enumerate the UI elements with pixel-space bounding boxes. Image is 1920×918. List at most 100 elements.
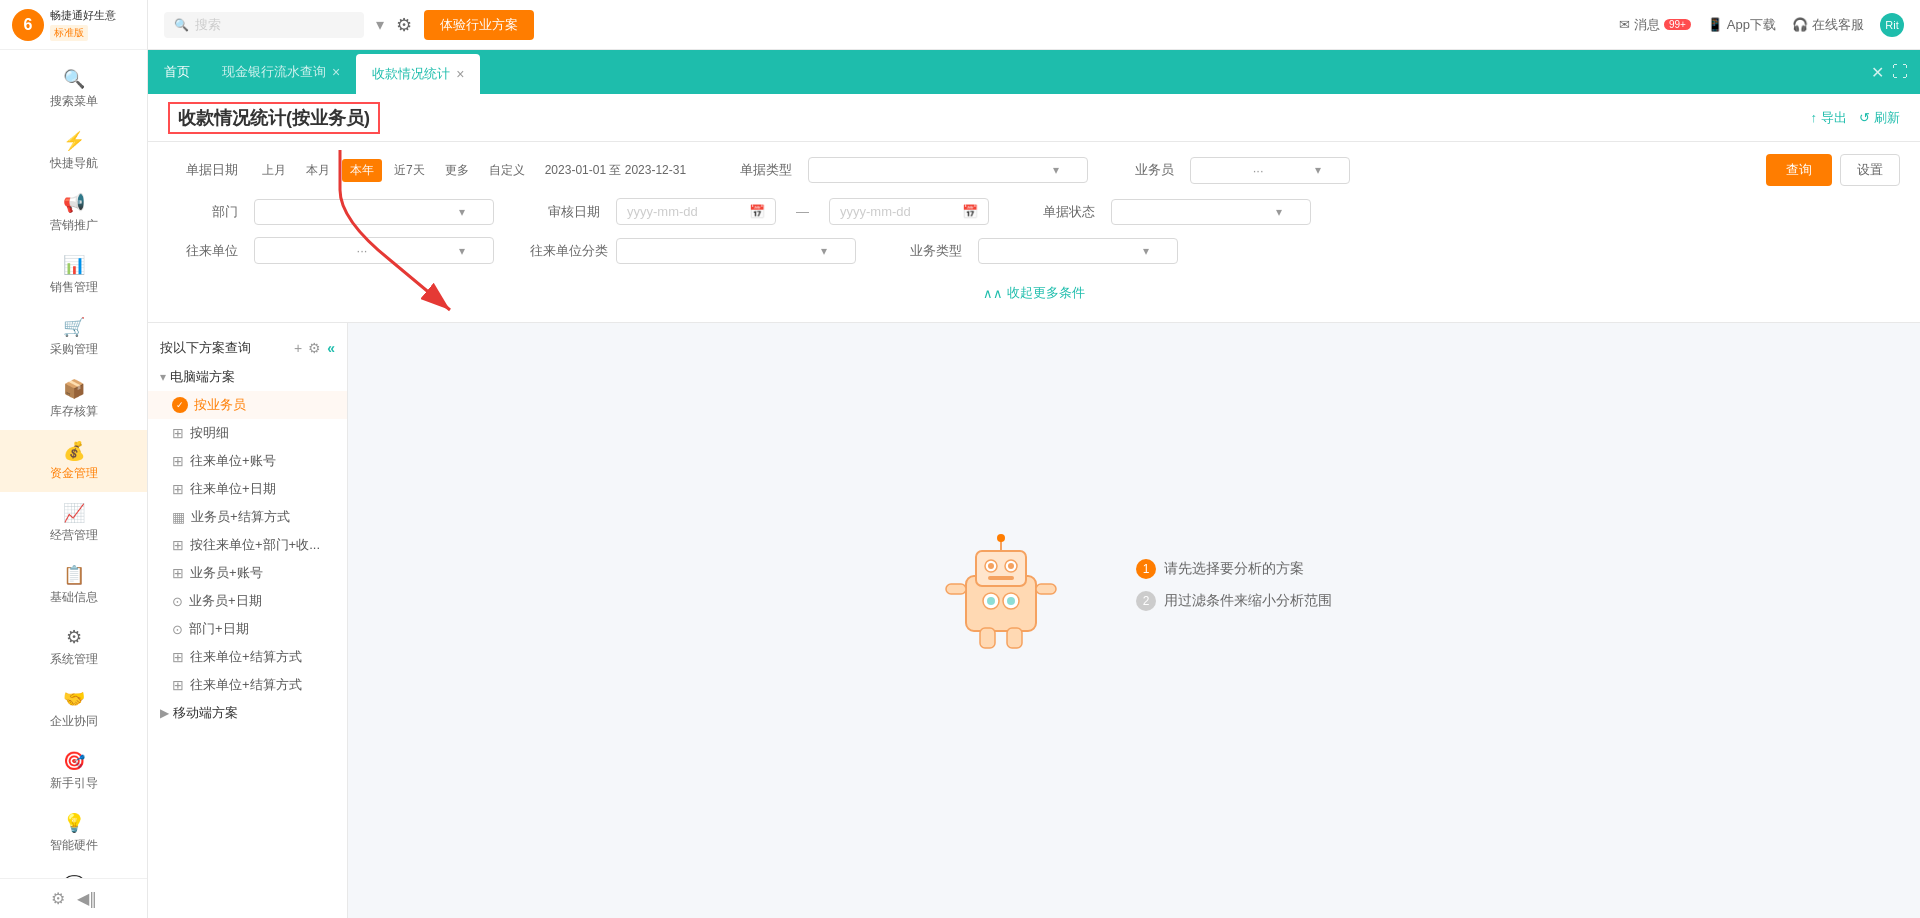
date-separator: — bbox=[792, 204, 813, 219]
tree-item-salesman[interactable]: ✓ 按业务员 bbox=[148, 391, 347, 419]
sidebar-item-purchase[interactable]: 🛒 采购管理 bbox=[0, 306, 147, 368]
sidebar-item-hardware[interactable]: 💡 智能硬件 bbox=[0, 802, 147, 864]
svg-rect-10 bbox=[1036, 584, 1056, 594]
date-tab-this-year[interactable]: 本年 bbox=[342, 159, 382, 182]
header-search-area: 🔍 搜索 bbox=[164, 12, 364, 38]
sidebar-item-inventory[interactable]: 📦 库存核算 bbox=[0, 368, 147, 430]
collapse-panel-btn[interactable]: « bbox=[327, 340, 335, 356]
date-tab-this-month[interactable]: 本月 bbox=[298, 159, 338, 182]
sidebar-item-operations[interactable]: 📈 经营管理 bbox=[0, 492, 147, 554]
biz-type-select[interactable]: ▾ bbox=[978, 238, 1178, 264]
tree-item-dept-date[interactable]: ⊙ 部门+日期 bbox=[148, 615, 347, 643]
doctype-select[interactable]: ▾ bbox=[808, 157, 1088, 183]
tree-section-mobile-title[interactable]: ▶ 移动端方案 bbox=[148, 699, 347, 727]
collab-icon: 🤝 bbox=[63, 688, 85, 710]
grid-icon2: ⊞ bbox=[172, 453, 184, 469]
settings-bottom-icon[interactable]: ⚙ bbox=[51, 889, 65, 908]
date-tab-more[interactable]: 更多 bbox=[437, 159, 477, 182]
avatar: Rit bbox=[1880, 13, 1904, 37]
tree-item-partner-account[interactable]: ⊞ 往来单位+账号 bbox=[148, 447, 347, 475]
more-dots-icon[interactable]: ··· bbox=[1253, 163, 1264, 178]
sidebar-item-system[interactable]: ⚙ 系统管理 bbox=[0, 616, 147, 678]
tree-item-partner-settle2[interactable]: ⊞ 往来单位+结算方式 bbox=[148, 671, 347, 699]
salesman-select[interactable]: ··· ▾ bbox=[1190, 157, 1350, 184]
sidebar-item-sales[interactable]: 📊 销售管理 bbox=[0, 244, 147, 306]
svg-point-7 bbox=[1008, 563, 1014, 569]
sidebar-item-marketing[interactable]: 📢 营销推广 bbox=[0, 182, 147, 244]
tree-item-partner-date[interactable]: ⊞ 往来单位+日期 bbox=[148, 475, 347, 503]
sidebar-item-collab[interactable]: 🤝 企业协同 bbox=[0, 678, 147, 740]
calendar-icon[interactable]: 📅 bbox=[749, 204, 765, 219]
dropdown-icon[interactable]: ▾ bbox=[376, 15, 384, 34]
sidebar-item-label: 快捷导航 bbox=[50, 155, 98, 172]
date-tab-7days[interactable]: 近7天 bbox=[386, 159, 433, 182]
doc-status-select[interactable]: ▾ bbox=[1111, 199, 1311, 225]
tree-section-pc-title[interactable]: ▾ 电脑端方案 bbox=[148, 363, 347, 391]
tab-close-receipt[interactable]: × bbox=[456, 66, 464, 82]
sidebar-item-search[interactable]: 🔍 搜索菜单 bbox=[0, 58, 147, 120]
sidebar-item-label: 系统管理 bbox=[50, 651, 98, 668]
sidebar-item-label: 采购管理 bbox=[50, 341, 98, 358]
refresh-btn[interactable]: ↺ 刷新 bbox=[1859, 109, 1900, 127]
collapse-bar[interactable]: ∧∧ 收起更多条件 bbox=[168, 276, 1900, 310]
tab-close-bank[interactable]: × bbox=[332, 64, 340, 80]
calendar-icon2[interactable]: 📅 bbox=[962, 204, 978, 219]
tab-bank-flow[interactable]: 现金银行流水查询 × bbox=[206, 50, 356, 94]
search-icon: 🔍 bbox=[174, 18, 189, 32]
sidebar-item-label: 经营管理 bbox=[50, 527, 98, 544]
clock-icon: ⊙ bbox=[172, 594, 183, 609]
app-download-btn[interactable]: 📱 App下载 bbox=[1707, 16, 1776, 34]
tip-num-1: 1 bbox=[1136, 559, 1156, 579]
sidebar-item-guide[interactable]: 🎯 新手引导 bbox=[0, 740, 147, 802]
review-date-end[interactable]: yyyy-mm-dd 📅 bbox=[829, 198, 989, 225]
finance-icon: 💰 bbox=[63, 440, 85, 462]
operations-icon: 📈 bbox=[63, 502, 85, 524]
trial-btn[interactable]: 体验行业方案 bbox=[424, 10, 534, 40]
tree-item-detail[interactable]: ⊞ 按明细 bbox=[148, 419, 347, 447]
grid-icon4: ⊞ bbox=[172, 537, 184, 553]
online-service-btn[interactable]: 🎧 在线客服 bbox=[1792, 16, 1864, 34]
review-date-label: 审核日期 bbox=[530, 203, 600, 221]
hardware-icon: 💡 bbox=[63, 812, 85, 834]
dept-select[interactable]: ▾ bbox=[254, 199, 494, 225]
filter-row-1: 单据日期 上月 本月 本年 近7天 更多 自定义 2023-01-01 至 20… bbox=[168, 154, 1900, 186]
sidebar-item-quicknav[interactable]: ⚡ 快捷导航 bbox=[0, 120, 147, 182]
sidebar-item-label: 营销推广 bbox=[50, 217, 98, 234]
partner-select[interactable]: ··· ▾ bbox=[254, 237, 494, 264]
window-close-icon[interactable]: ✕ bbox=[1871, 63, 1884, 82]
tree-item-salesman-settle[interactable]: ▦ 业务员+结算方式 bbox=[148, 503, 347, 531]
query-btn[interactable]: 查询 bbox=[1766, 154, 1832, 186]
tree-item-salesman-account[interactable]: ⊞ 业务员+账号 bbox=[148, 559, 347, 587]
export-btn[interactable]: ↑ 导出 bbox=[1811, 109, 1848, 127]
top-header: 🔍 搜索 ▾ ⚙ 体验行业方案 ✉ 消息 99+ 📱 App下载 🎧 在线客服 … bbox=[148, 0, 1920, 50]
date-tab-last-month[interactable]: 上月 bbox=[254, 159, 294, 182]
gear-scheme-btn[interactable]: ⚙ bbox=[308, 340, 321, 356]
add-scheme-btn[interactable]: + bbox=[294, 340, 302, 356]
sidebar-item-label: 销售管理 bbox=[50, 279, 98, 296]
tree-item-partner-dept[interactable]: ⊞ 按往来单位+部门+收... bbox=[148, 531, 347, 559]
tree-expand-icon: ▾ bbox=[160, 370, 166, 384]
sidebar-item-label: 企业协同 bbox=[50, 713, 98, 730]
sidebar-item-basic-info[interactable]: 📋 基础信息 bbox=[0, 554, 147, 616]
collapse-sidebar-icon[interactable]: ◀‖ bbox=[77, 889, 97, 908]
gear-settings-icon[interactable]: ⚙ bbox=[396, 14, 412, 36]
tree-item-salesman-date[interactable]: ⊙ 业务员+日期 bbox=[148, 587, 347, 615]
tree-item-partner-settle1[interactable]: ⊞ 往来单位+结算方式 bbox=[148, 643, 347, 671]
tab-home[interactable]: 首页 bbox=[148, 50, 206, 94]
svg-point-3 bbox=[997, 534, 1005, 542]
sidebar-item-wechat[interactable]: 💬 企业微信 bbox=[0, 864, 147, 878]
review-date-start[interactable]: yyyy-mm-dd 📅 bbox=[616, 198, 776, 225]
partner-cat-select[interactable]: ▾ bbox=[616, 238, 856, 264]
user-avatar[interactable]: Rit bbox=[1880, 13, 1904, 37]
set-btn[interactable]: 设置 bbox=[1840, 154, 1900, 186]
dept-label: 部门 bbox=[168, 203, 238, 221]
collapse-icon: ∧∧ bbox=[983, 286, 1003, 301]
date-tab-custom[interactable]: 自定义 bbox=[481, 159, 533, 182]
message-btn[interactable]: ✉ 消息 99+ bbox=[1619, 16, 1691, 34]
sidebar-item-finance[interactable]: 💰 资金管理 bbox=[0, 430, 147, 492]
window-maximize-icon[interactable]: ⛶ bbox=[1892, 63, 1908, 81]
tab-receipt-stats[interactable]: 收款情况统计 × bbox=[356, 54, 480, 94]
more-dots-icon2[interactable]: ··· bbox=[357, 243, 368, 258]
svg-rect-8 bbox=[988, 576, 1014, 580]
date-tabs: 上月 本月 本年 近7天 更多 自定义 2023-01-01 至 2023-12… bbox=[254, 159, 686, 182]
